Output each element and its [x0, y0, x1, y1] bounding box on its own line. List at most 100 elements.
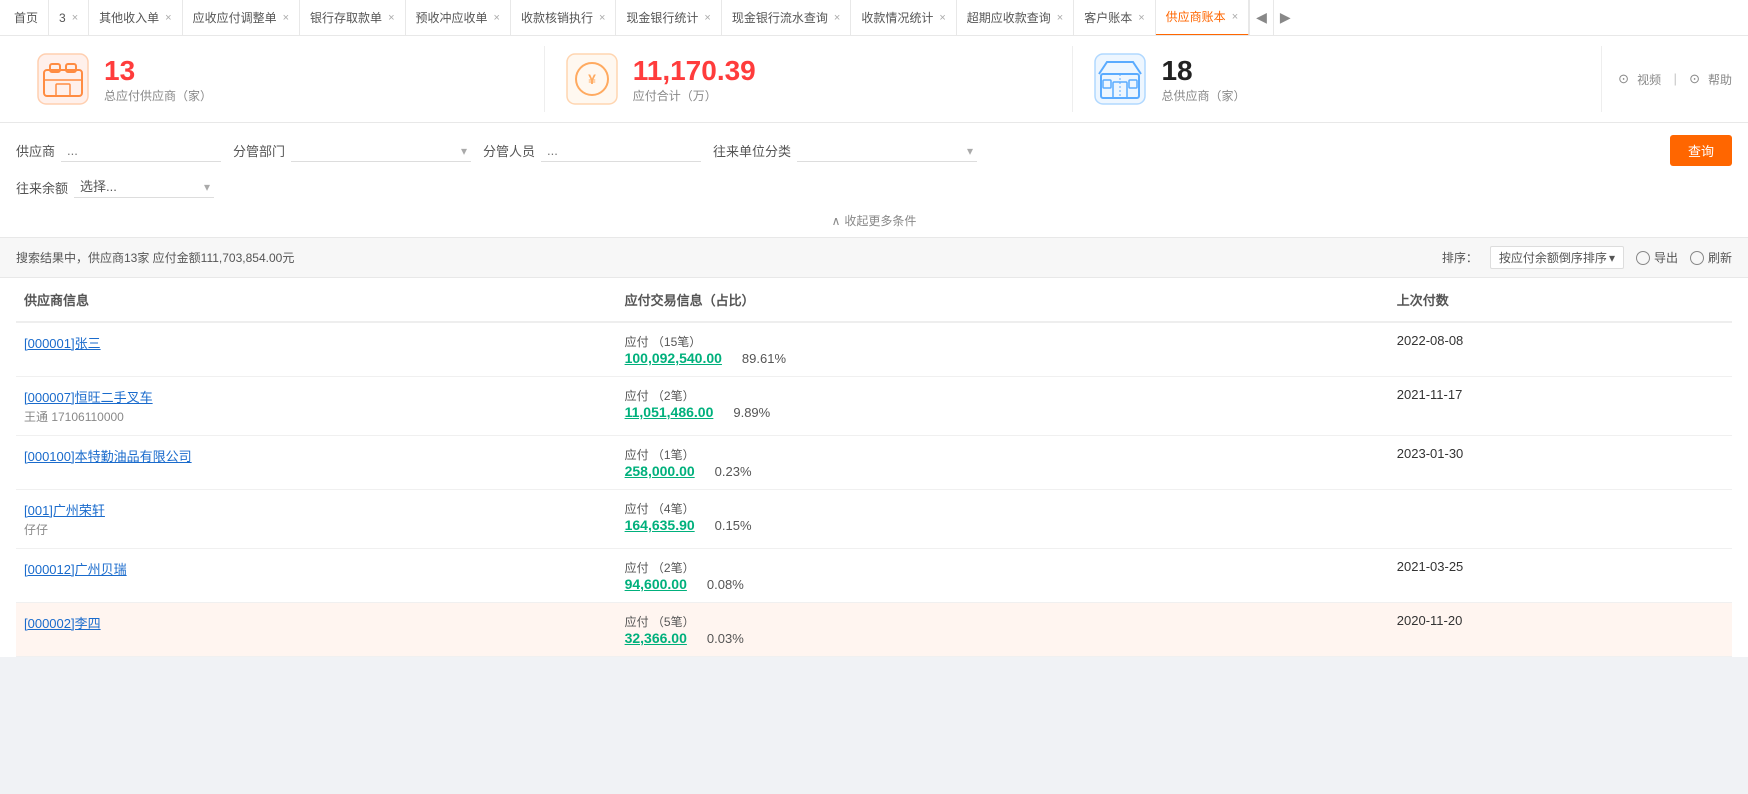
table-row: [000002]李四 应付 （5笔）32,366.000.03% 2020-11-2…	[16, 603, 1732, 657]
amount-percent: 0.23%	[715, 464, 752, 479]
last-payment-cell: 2022-08-08	[1389, 322, 1732, 377]
transaction-info-cell: 应付 （4笔）164,635.900.15%	[617, 490, 1389, 549]
tab-other-income[interactable]: 其他收入单 ×	[89, 0, 182, 36]
amount-value[interactable]: 258,000.00	[625, 463, 695, 479]
close-tab-prepay-offset[interactable]: ×	[494, 12, 500, 24]
supplier-sub-info: 仔仔	[24, 521, 609, 538]
circle-icon: ⊙	[1618, 71, 1629, 87]
nav-next-arrow[interactable]: ▶	[1273, 0, 1297, 36]
transaction-info-cell: 应付 （5笔）32,366.000.03%	[617, 603, 1389, 657]
last-payment-cell: 2023-01-30	[1389, 436, 1732, 490]
close-tab-overdue-ar[interactable]: ×	[1057, 12, 1063, 24]
tab-bank-deposit[interactable]: 银行存取款单 ×	[300, 0, 405, 36]
supplier-info-cell: [000012]广州贝瑞	[16, 549, 617, 603]
person-filter-label: 分管人员	[483, 141, 535, 160]
last-payment-date: 2022-08-08	[1397, 333, 1464, 348]
close-tab-collection-exec[interactable]: ×	[599, 12, 605, 24]
supplier-filter-input[interactable]	[61, 140, 221, 162]
unit-class-filter-label: 往来单位分类	[713, 141, 791, 160]
tab-prepay-offset[interactable]: 预收冲应收单 ×	[406, 0, 511, 36]
balance-filter-select[interactable]: 选择...	[74, 176, 214, 198]
close-tab-cash-bank-stat[interactable]: ×	[704, 12, 710, 24]
total-suppliers-label: 总供应商（家）	[1161, 87, 1245, 104]
close-tab-other-income[interactable]: ×	[165, 12, 171, 24]
close-tab-supplier-ledger[interactable]: ×	[1232, 11, 1238, 23]
supplier-sub-info: 王通 17106110000	[24, 408, 609, 425]
last-payment-date: 2021-11-17	[1397, 387, 1463, 402]
tx-type-label: 应付 （5笔）	[625, 613, 1381, 630]
tab-cash-bank-flow[interactable]: 现金银行流水查询 ×	[722, 0, 851, 36]
dept-filter: 分管部门 ▾	[233, 140, 471, 162]
tab-collection-exec[interactable]: 收款核销执行 ×	[511, 0, 616, 36]
export-button[interactable]: 导出	[1636, 249, 1678, 266]
dept-filter-wrap: ▾	[291, 140, 471, 162]
close-tab-collection-stat[interactable]: ×	[939, 12, 945, 24]
last-payment-date: 2023-01-30	[1397, 446, 1464, 461]
supplier-link[interactable]: [000012]广州贝瑞	[24, 562, 127, 577]
sort-chevron-icon: ▾	[1609, 251, 1615, 265]
close-tab-cash-bank-flow[interactable]: ×	[834, 12, 840, 24]
supplier-link[interactable]: [000001]张三	[24, 336, 101, 351]
supplier-link[interactable]: [000007]恒旺二手叉车	[24, 390, 153, 405]
close-tab-customer-ledger[interactable]: ×	[1138, 12, 1144, 24]
filter-row-2: 往来余额 选择... ▾	[16, 176, 1732, 198]
filter-row-1: 供应商 分管部门 ▾ 分管人员 往来单位分类 ▾	[16, 135, 1732, 166]
tab-overdue-ar[interactable]: 超期应收款查询 ×	[957, 0, 1074, 36]
last-payment-cell: 2021-03-25	[1389, 549, 1732, 603]
query-button[interactable]: 查询	[1670, 135, 1732, 166]
last-payment-cell: 2020-11-20	[1389, 603, 1732, 657]
suppliers-table: 供应商信息 应付交易信息（占比） 上次付数 [000001]张三应付 （15笔）…	[16, 278, 1732, 657]
tab-ar-ap-adjust[interactable]: 应收应付调整单 ×	[183, 0, 300, 36]
tab-collection-stat[interactable]: 收款情况统计 ×	[851, 0, 956, 36]
table-row: [000012]广州贝瑞应付 （2笔）94,600.000.08%2021-03…	[16, 549, 1732, 603]
amount-value[interactable]: 164,635.90	[625, 517, 695, 533]
tx-type-label: 应付 （15笔）	[625, 333, 1381, 350]
col-header-supplier-info: 供应商信息	[16, 278, 617, 322]
tx-type-label: 应付 （2笔）	[625, 387, 1381, 404]
table-row: [000100]本特勤油品有限公司应付 （1笔）258,000.000.23%2…	[16, 436, 1732, 490]
supplier-link[interactable]: [000002]李四	[24, 616, 101, 631]
result-summary-text: 搜索结果中，供应商13家 应付金额111,703,854.00元	[16, 249, 294, 266]
top-navigation: 首页 3 × 其他收入单 × 应收应付调整单 × 银行存取款单 × 预收冲应收单…	[0, 0, 1748, 36]
transaction-info-cell: 应付 （2笔）94,600.000.08%	[617, 549, 1389, 603]
close-tab-bank-deposit[interactable]: ×	[388, 12, 394, 24]
export-label: 导出	[1654, 249, 1678, 266]
tab-3[interactable]: 3 ×	[49, 0, 89, 36]
refresh-icon	[1690, 251, 1704, 265]
close-tab-ar-ap-adjust[interactable]: ×	[283, 12, 289, 24]
supplier-link[interactable]: [000100]本特勤油品有限公司	[24, 449, 192, 464]
tab-cash-bank-stat[interactable]: 现金银行统计 ×	[616, 0, 721, 36]
amount-value[interactable]: 32,366.00	[625, 630, 687, 646]
amount-value[interactable]: 100,092,540.00	[625, 350, 722, 366]
total-payable-amount-label: 应付合计（万）	[633, 87, 756, 104]
last-payment-date: 2021-03-25	[1397, 559, 1464, 574]
sort-button[interactable]: 按应付余额倒序排序 ▾	[1490, 246, 1624, 269]
amount-percent: 0.15%	[715, 518, 752, 533]
collapse-chevron-icon: ∧	[832, 214, 841, 228]
person-filter-input[interactable]	[541, 140, 701, 162]
total-payable-amount-number: 11,170.39	[633, 54, 756, 88]
supplier-info-cell: [001]广州荣轩仔仔	[16, 490, 617, 549]
export-icon	[1636, 251, 1650, 265]
dept-filter-select[interactable]	[291, 140, 471, 162]
sort-label: 排序：	[1442, 249, 1478, 266]
tab-customer-ledger[interactable]: 客户账本 ×	[1074, 0, 1155, 36]
amount-value[interactable]: 94,600.00	[625, 576, 687, 592]
svg-text:¥: ¥	[588, 71, 596, 87]
amount-value[interactable]: 11,051,486.00	[625, 404, 714, 420]
help-link[interactable]: 帮助	[1708, 71, 1732, 88]
nav-prev-arrow[interactable]: ◀	[1249, 0, 1273, 36]
amount-percent: 89.61%	[742, 351, 786, 366]
refresh-button[interactable]: 刷新	[1690, 249, 1732, 266]
table-row: [000007]恒旺二手叉车王通 17106110000 应付 （2笔）11,05…	[16, 377, 1732, 436]
supplier-link[interactable]: [001]广州荣轩	[24, 503, 105, 518]
close-tab-3[interactable]: ×	[72, 12, 78, 24]
result-bar-right: 排序： 按应付余额倒序排序 ▾ 导出 刷新	[1442, 246, 1732, 269]
unit-class-filter-select[interactable]	[797, 140, 977, 162]
amount-percent: 0.08%	[707, 577, 744, 592]
tab-supplier-ledger[interactable]: 供应商账本 ×	[1156, 0, 1249, 36]
last-payment-date: 2020-11-20	[1397, 613, 1463, 628]
tab-home[interactable]: 首页	[4, 0, 49, 36]
collapse-button[interactable]: ∧ 收起更多条件	[16, 208, 1732, 229]
video-link[interactable]: 视频	[1637, 71, 1661, 88]
